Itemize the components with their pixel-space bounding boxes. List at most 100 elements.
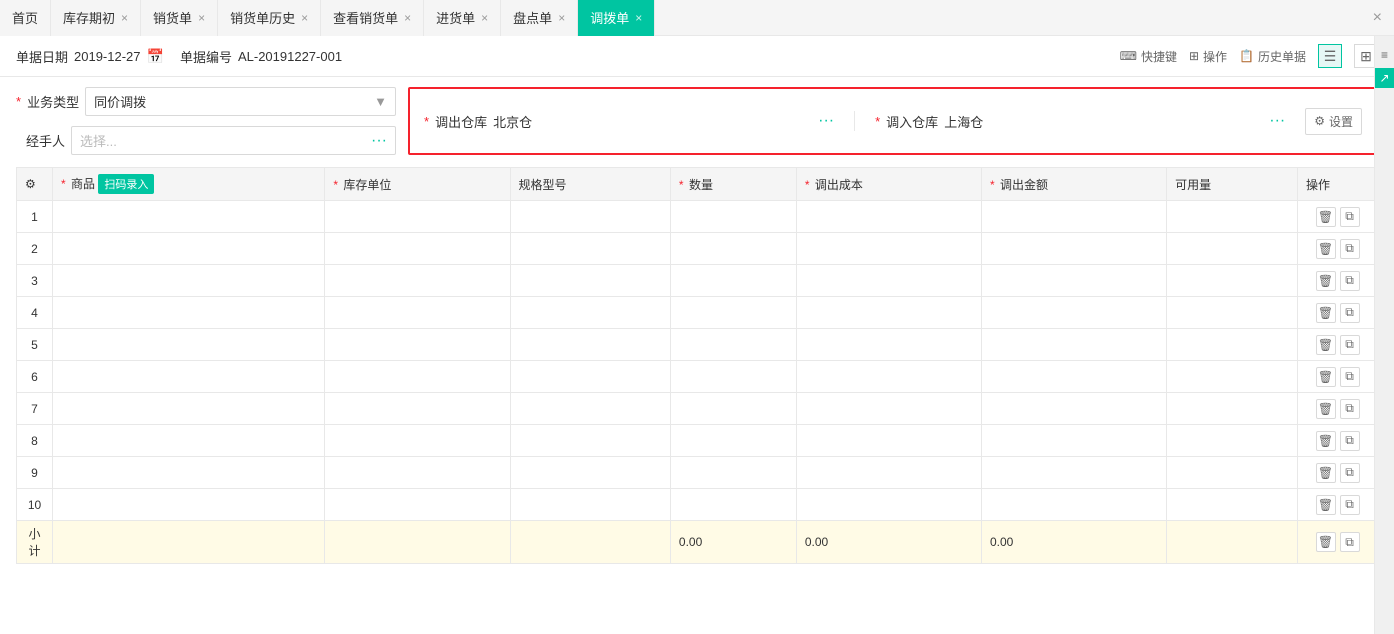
cell-available[interactable] <box>1167 233 1298 265</box>
handler-more-icon[interactable]: ··· <box>371 132 387 150</box>
cell-cost[interactable] <box>796 425 981 457</box>
tab-sales-order[interactable]: 销货单 × <box>141 0 218 36</box>
copy-row-icon[interactable]: ⧉ <box>1340 431 1360 451</box>
cell-cost[interactable] <box>796 329 981 361</box>
tab-inventory-count-close[interactable]: × <box>558 12 565 24</box>
cell-spec[interactable] <box>510 233 670 265</box>
cell-amount[interactable] <box>981 425 1166 457</box>
cell-goods[interactable] <box>53 393 325 425</box>
cell-amount[interactable] <box>981 393 1166 425</box>
cell-amount[interactable] <box>981 489 1166 521</box>
cell-available[interactable] <box>1167 457 1298 489</box>
cell-spec[interactable] <box>510 393 670 425</box>
cell-amount[interactable] <box>981 361 1166 393</box>
copy-row-icon[interactable]: ⧉ <box>1340 532 1360 552</box>
copy-row-icon[interactable]: ⧉ <box>1340 239 1360 259</box>
cell-available[interactable] <box>1167 489 1298 521</box>
cell-unit[interactable] <box>325 329 510 361</box>
delete-row-icon[interactable]: 🗑 <box>1316 239 1336 259</box>
cell-cost[interactable] <box>796 265 981 297</box>
cell-spec[interactable] <box>510 425 670 457</box>
close-all-tabs[interactable]: × <box>1361 9 1394 27</box>
cell-cost[interactable] <box>796 297 981 329</box>
delete-row-icon[interactable]: 🗑 <box>1316 399 1336 419</box>
cell-unit[interactable] <box>325 265 510 297</box>
cell-amount[interactable] <box>981 265 1166 297</box>
cell-cost[interactable] <box>796 457 981 489</box>
cell-qty[interactable] <box>670 201 796 233</box>
cell-qty[interactable] <box>670 297 796 329</box>
scan-entry-button[interactable]: 扫码录入 <box>98 174 154 194</box>
calendar-icon[interactable]: 📅 <box>147 48 164 65</box>
copy-row-icon[interactable]: ⧉ <box>1340 367 1360 387</box>
delete-row-icon[interactable]: 🗑 <box>1316 431 1336 451</box>
sidebar-export-icon[interactable]: ↗ <box>1375 68 1394 88</box>
warehouse-out-more-icon[interactable]: ··· <box>818 112 834 130</box>
cell-available[interactable] <box>1167 297 1298 329</box>
cell-amount[interactable] <box>981 201 1166 233</box>
cell-cost[interactable] <box>796 489 981 521</box>
delete-row-icon[interactable]: 🗑 <box>1316 367 1336 387</box>
tab-purchase-order[interactable]: 进货单 × <box>424 0 501 36</box>
handler-input[interactable]: 选择... ··· <box>71 126 396 155</box>
tab-view-sales[interactable]: 查看销货单 × <box>321 0 424 36</box>
cell-qty[interactable] <box>670 329 796 361</box>
tab-sales-history-close[interactable]: × <box>301 12 308 24</box>
cell-cost[interactable]: 0.00 <box>796 521 981 564</box>
cell-unit[interactable] <box>325 521 510 564</box>
delete-row-icon[interactable]: 🗑 <box>1316 207 1336 227</box>
cell-unit[interactable] <box>325 425 510 457</box>
delete-row-icon[interactable]: 🗑 <box>1316 271 1336 291</box>
cell-goods[interactable] <box>53 201 325 233</box>
cell-goods[interactable] <box>53 425 325 457</box>
copy-row-icon[interactable]: ⧉ <box>1340 399 1360 419</box>
cell-qty[interactable] <box>670 361 796 393</box>
delete-row-icon[interactable]: 🗑 <box>1316 303 1336 323</box>
tab-transfer-order-close[interactable]: × <box>635 12 642 24</box>
cell-goods[interactable] <box>53 265 325 297</box>
cell-spec[interactable] <box>510 201 670 233</box>
cell-goods[interactable] <box>53 297 325 329</box>
cell-amount[interactable] <box>981 457 1166 489</box>
cell-unit[interactable] <box>325 361 510 393</box>
copy-row-icon[interactable]: ⧉ <box>1340 207 1360 227</box>
cell-unit[interactable] <box>325 393 510 425</box>
cell-available[interactable] <box>1167 265 1298 297</box>
cell-spec[interactable] <box>510 457 670 489</box>
delete-row-icon[interactable]: 🗑 <box>1316 495 1336 515</box>
cell-goods[interactable] <box>53 457 325 489</box>
copy-row-icon[interactable]: ⧉ <box>1340 271 1360 291</box>
cell-spec[interactable] <box>510 265 670 297</box>
cell-available[interactable] <box>1167 361 1298 393</box>
cell-unit[interactable] <box>325 489 510 521</box>
operation-btn[interactable]: ⊞ 操作 <box>1189 48 1227 65</box>
cell-available[interactable] <box>1167 201 1298 233</box>
cell-available[interactable] <box>1167 393 1298 425</box>
tab-sales-order-close[interactable]: × <box>198 12 205 24</box>
cell-available[interactable] <box>1167 329 1298 361</box>
cell-goods[interactable] <box>53 361 325 393</box>
cell-unit[interactable] <box>325 233 510 265</box>
cell-qty[interactable] <box>670 233 796 265</box>
delete-row-icon[interactable]: 🗑 <box>1316 463 1336 483</box>
cell-goods[interactable] <box>53 521 325 564</box>
tab-purchase-order-close[interactable]: × <box>481 12 488 24</box>
cell-qty[interactable] <box>670 265 796 297</box>
copy-row-icon[interactable]: ⧉ <box>1340 303 1360 323</box>
cell-qty[interactable] <box>670 489 796 521</box>
shortcut-btn[interactable]: ⌨ 快捷键 <box>1120 48 1177 65</box>
cell-unit[interactable] <box>325 297 510 329</box>
cell-spec[interactable] <box>510 521 670 564</box>
tab-inventory-init[interactable]: 库存期初 × <box>51 0 141 36</box>
business-type-select[interactable]: 同价调拨 ▼ <box>85 87 396 116</box>
sidebar-list-icon[interactable]: ≡ <box>1376 46 1394 64</box>
tab-sales-history[interactable]: 销货单历史 × <box>218 0 321 36</box>
cell-spec[interactable] <box>510 297 670 329</box>
copy-row-icon[interactable]: ⧉ <box>1340 495 1360 515</box>
cell-spec[interactable] <box>510 361 670 393</box>
cell-goods[interactable] <box>53 329 325 361</box>
list-view-btn[interactable]: ☰ <box>1318 44 1342 68</box>
cell-amount[interactable] <box>981 297 1166 329</box>
cell-amount[interactable] <box>981 329 1166 361</box>
cell-amount[interactable]: 0.00 <box>981 521 1166 564</box>
